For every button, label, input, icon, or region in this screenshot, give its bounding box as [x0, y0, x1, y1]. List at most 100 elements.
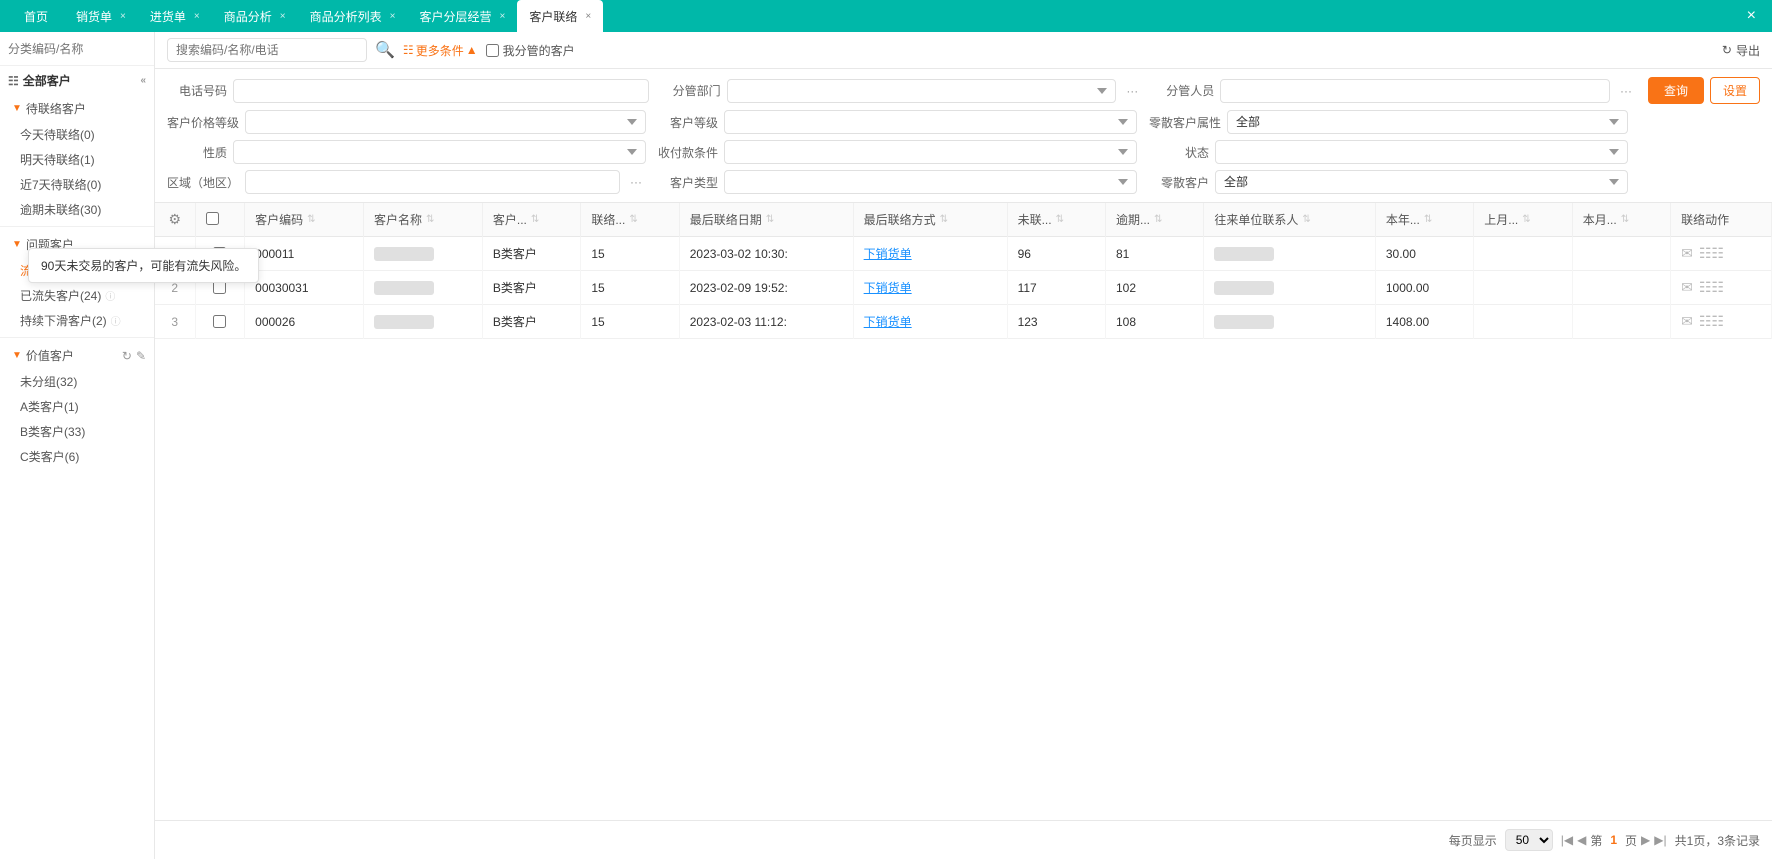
contact-action-icon[interactable]: ✉ [1681, 313, 1693, 330]
th-last-contact-method: 最后联络方式⇅ [853, 203, 1007, 237]
row-last-month [1474, 305, 1572, 339]
manager-dots[interactable]: ··· [1616, 84, 1636, 98]
phone-input[interactable] [233, 79, 649, 103]
nav-tab-sales[interactable]: 销货单 × [64, 0, 138, 32]
sort-icon[interactable]: ⇅ [1302, 214, 1310, 225]
per-page-select[interactable]: 50 [1505, 829, 1553, 851]
sidebar-item-today-pending[interactable]: 今天待联络(0) [0, 122, 154, 147]
sidebar-search-input[interactable] [8, 42, 155, 56]
close-icon[interactable]: × [499, 11, 505, 22]
main-layout: 🔍 ☷ 全部客户 « ▼ 待联络客户 今天待联络(0) 明天待联络(1) 近7天… [0, 32, 1772, 859]
sidebar-item-class-b[interactable]: B类客户(33) [0, 419, 154, 444]
search-input[interactable] [167, 38, 367, 62]
row-select-checkbox[interactable] [213, 315, 226, 328]
row-last-month [1474, 271, 1572, 305]
close-icon[interactable]: × [280, 11, 286, 22]
close-icon[interactable]: × [194, 11, 200, 22]
sidebar-item-class-a[interactable]: A类客户(1) [0, 394, 154, 419]
contact-action-icon[interactable]: ✉ [1681, 279, 1693, 296]
th-uncontacted: 未联...⇅ [1007, 203, 1105, 237]
query-button[interactable]: 查询 [1648, 77, 1704, 104]
dept-dots[interactable]: ··· [1122, 84, 1142, 98]
action-icons: ✉ ☷☷ [1681, 279, 1761, 296]
sort-icon[interactable]: ⇅ [766, 214, 774, 225]
dept-select[interactable] [727, 79, 1117, 103]
contact-method-link[interactable]: 下销货单 [864, 247, 912, 261]
table-gear-icon[interactable]: ⚙ [168, 211, 181, 227]
close-icon[interactable]: × [390, 11, 396, 22]
sort-icon[interactable]: ⇅ [629, 214, 637, 225]
sort-icon[interactable]: ⇅ [940, 214, 948, 225]
row-uncontacted: 117 [1007, 271, 1105, 305]
filter-phone: 电话号码 [167, 79, 649, 103]
refresh-icon[interactable]: ↻ [122, 349, 132, 363]
export-button[interactable]: ↻ 导出 [1722, 42, 1760, 59]
sidebar-item-7days-pending[interactable]: 近7天待联络(0) [0, 172, 154, 197]
sort-icon[interactable]: ⇅ [1154, 214, 1162, 225]
nature-select[interactable] [233, 140, 646, 164]
region-input[interactable] [245, 170, 620, 194]
sidebar-item-declining[interactable]: 持续下滑客户(2) ⓘ [0, 308, 154, 333]
nav-tab-product-list[interactable]: 商品分析列表 × [298, 0, 408, 32]
sort-icon[interactable]: ⇅ [1522, 214, 1530, 225]
manager-input[interactable] [1220, 79, 1610, 103]
top-nav: 首页 销货单 × 进货单 × 商品分析 × 商品分析列表 × 客户分层经营 × … [0, 0, 1772, 32]
first-page-icon[interactable]: |◀ [1561, 833, 1573, 847]
sidebar-item-ungroup[interactable]: 未分组(32) [0, 369, 154, 394]
prev-page-icon[interactable]: ◀ [1577, 833, 1586, 847]
more-action-icon[interactable]: ☷☷ [1699, 245, 1724, 262]
contact-method-link[interactable]: 下销货单 [864, 281, 912, 295]
row-code: 00030031 [245, 271, 364, 305]
more-action-icon[interactable]: ☷☷ [1699, 279, 1724, 296]
sort-icon[interactable]: ⇅ [1056, 214, 1064, 225]
row-this-month [1572, 305, 1670, 339]
contact-action-icon[interactable]: ✉ [1681, 245, 1693, 262]
page-unit: 页 [1625, 832, 1637, 849]
sort-icon[interactable]: ⇅ [1621, 214, 1629, 225]
more-conditions-button[interactable]: ☷ 更多条件 ▲ [403, 42, 478, 59]
window-close-button[interactable]: × [1739, 7, 1764, 25]
select-all-checkbox[interactable] [206, 212, 219, 225]
sidebar-group-pending[interactable]: ▼ 待联络客户 [0, 95, 154, 122]
sidebar-item-tomorrow-pending[interactable]: 明天待联络(1) [0, 147, 154, 172]
edit-icon[interactable]: ✎ [136, 349, 146, 363]
blurred-contact [1214, 315, 1274, 329]
sort-icon[interactable]: ⇅ [307, 214, 315, 225]
status-select[interactable] [1215, 140, 1628, 164]
row-last-method: 下销货单 [853, 271, 1007, 305]
nav-tab-customer-tier[interactable]: 客户分层经营 × [407, 0, 517, 32]
my-customers-checkbox[interactable]: 我分管的客户 [486, 42, 575, 59]
nav-tab-home[interactable]: 首页 [8, 0, 64, 32]
customer-tier-select[interactable] [724, 110, 1137, 134]
sidebar-group-value-header[interactable]: ▼ 价值客户 ↻ ✎ [0, 342, 154, 369]
sort-icon[interactable]: ⇅ [1424, 214, 1432, 225]
settings-button[interactable]: 设置 [1710, 77, 1760, 104]
chevron-icon: ▲ [466, 43, 478, 57]
next-page-icon[interactable]: ▶ [1641, 833, 1650, 847]
last-page-icon[interactable]: ▶| [1654, 833, 1666, 847]
payment-select[interactable] [724, 140, 1137, 164]
customer-type-select[interactable] [724, 170, 1137, 194]
more-action-icon[interactable]: ☷☷ [1699, 313, 1724, 330]
table-row: 2 00030031 B类客户 15 2023-02-09 19:52: 下销货… [155, 271, 1772, 305]
my-customers-check[interactable] [486, 44, 499, 57]
region-dots[interactable]: ··· [626, 175, 646, 189]
search-button[interactable]: 🔍 [375, 40, 395, 60]
sidebar-item-already-churned[interactable]: 已流失客户(24) ⓘ [0, 283, 154, 308]
sidebar-item-class-c[interactable]: C类客户(6) [0, 444, 154, 469]
retail-attr-select[interactable]: 全部 [1227, 110, 1628, 134]
contact-method-link[interactable]: 下销货单 [864, 315, 912, 329]
collapse-icon: « [140, 75, 146, 86]
retail-customer-select[interactable]: 全部 [1215, 170, 1628, 194]
sort-icon[interactable]: ⇅ [531, 214, 539, 225]
close-icon[interactable]: × [120, 11, 126, 22]
row-customer-type: B类客户 [482, 237, 580, 271]
close-icon[interactable]: × [585, 11, 591, 22]
nav-tab-customer-contact[interactable]: 客户联络 × [517, 0, 603, 32]
sidebar-item-overdue-pending[interactable]: 逾期未联络(30) [0, 197, 154, 222]
nav-tab-product-analysis[interactable]: 商品分析 × [212, 0, 298, 32]
sidebar-all-customers[interactable]: ☷ 全部客户 « [0, 66, 154, 95]
sort-icon[interactable]: ⇅ [426, 214, 434, 225]
nav-tab-purchase[interactable]: 进货单 × [138, 0, 212, 32]
price-tier-select[interactable] [245, 110, 646, 134]
